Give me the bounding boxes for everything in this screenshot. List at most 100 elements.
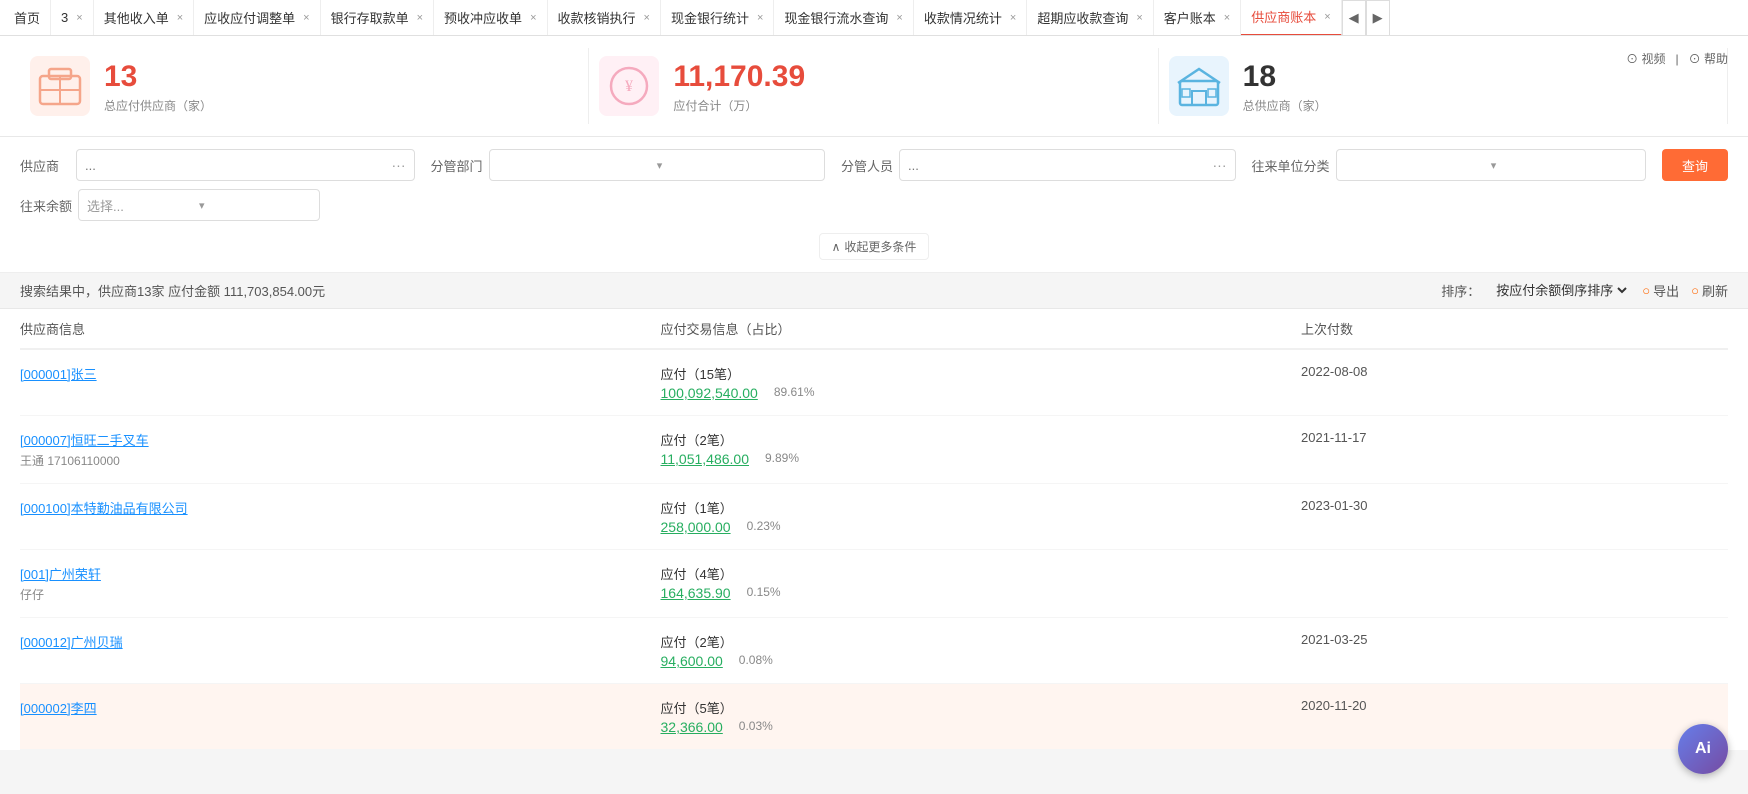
tx-amount-1[interactable]: 100,092,540.00 xyxy=(661,385,758,401)
close-receipt-verify-icon[interactable]: × xyxy=(644,12,650,24)
card3-number: 18 xyxy=(1243,59,1327,95)
supplier-sub-4: 仔仔 xyxy=(20,586,661,603)
nav-arrow-right[interactable]: ▶ xyxy=(1366,0,1390,36)
supplier-info-3: [000100]本特勤油品有限公司 xyxy=(20,498,661,517)
tx-row-1: 100,092,540.00 89.61% xyxy=(661,383,1302,401)
nav-tab-receipt-verify[interactable]: 收款核销执行 × xyxy=(548,0,661,36)
table-row: [001]广州荣轩 仔仔 应付（4笔） 164,635.90 0.15% xyxy=(20,550,1728,618)
table-row: [000012]广州贝瑞 应付（2笔） 94,600.00 0.08% 2021… xyxy=(20,618,1728,684)
nav-tab-home-label: 首页 xyxy=(14,8,40,27)
close-bank-deposit-icon[interactable]: × xyxy=(417,12,423,24)
supplier-input[interactable] xyxy=(77,158,384,173)
amount-icon: ¥ xyxy=(599,56,659,116)
close-overdue-ar-icon[interactable]: × xyxy=(1136,12,1142,24)
supplier-info-1: [000001]张三 xyxy=(20,364,661,383)
close-cash-bank-query-icon[interactable]: × xyxy=(896,12,902,24)
nav-tab-receipt-stat-label: 收款情况统计 xyxy=(924,8,1002,27)
supplier-link-2[interactable]: [000007]恒旺二手叉车 xyxy=(20,430,661,449)
close-ar-ap-icon[interactable]: × xyxy=(303,12,309,24)
supplier-info-5: [000012]广州贝瑞 xyxy=(20,632,661,651)
close-customer-ledger-icon[interactable]: × xyxy=(1224,12,1230,24)
dept-dropdown-icon: ▾ xyxy=(657,159,816,172)
close-cash-bank-stat-icon[interactable]: × xyxy=(757,12,763,24)
tx-row-3: 258,000.00 0.23% xyxy=(661,517,1302,535)
dept-select[interactable]: ▾ xyxy=(489,149,825,181)
nav-tab-bank-deposit[interactable]: 银行存取款单 × xyxy=(321,0,434,36)
person-input-wrapper: ··· xyxy=(899,149,1235,181)
category-select[interactable]: ▾ xyxy=(1336,149,1646,181)
card2-label: 应付合计（万） xyxy=(673,97,805,114)
tx-amount-4[interactable]: 164,635.90 xyxy=(661,585,731,601)
nav-tab-receipt-verify-label: 收款核销执行 xyxy=(558,8,636,27)
help-link[interactable]: ⊙ 帮助 xyxy=(1689,50,1728,67)
nav-tab-cash-bank-query[interactable]: 现金银行流水查询 × xyxy=(774,0,913,36)
transaction-info-2: 应付（2笔） 11,051,486.00 9.89% xyxy=(661,430,1302,467)
table-container: 供应商信息 应付交易信息（占比） 上次付数 [000001]张三 应付（15笔）… xyxy=(0,309,1748,750)
card1-info: 13 总应付供应商（家） xyxy=(104,59,212,114)
nav-tab-receipt-stat[interactable]: 收款情况统计 × xyxy=(914,0,1027,36)
nav-tab-other-income[interactable]: 其他收入单 × xyxy=(94,0,194,36)
tx-label-5: 应付（2笔） xyxy=(661,632,1302,651)
summary-bar: 13 总应付供应商（家） ¥ 11,170.39 应付合计（万） xyxy=(0,36,1748,137)
sort-select[interactable]: 按应付余额倒序排序 按应付余额升序排序 按供应商名称排序 xyxy=(1492,282,1630,299)
dept-filter-label: 分管部门 xyxy=(431,156,483,175)
category-filter-label: 往来单位分类 xyxy=(1252,156,1330,175)
link-divider: | xyxy=(1676,52,1679,66)
nav-tab-customer-ledger[interactable]: 客户账本 × xyxy=(1154,0,1241,36)
tx-amount-3[interactable]: 258,000.00 xyxy=(661,519,731,535)
person-filter: 分管人员 ··· xyxy=(841,149,1236,181)
tx-amount-2[interactable]: 11,051,486.00 xyxy=(661,451,750,467)
tx-amount-5[interactable]: 94,600.00 xyxy=(661,653,723,669)
filter-row-1: 供应商 ··· 分管部门 ▾ 分管人员 ··· 往来单位分类 ▾ xyxy=(20,149,1728,181)
supplier-info-2: [000007]恒旺二手叉车 王通 17106110000 xyxy=(20,430,661,469)
table-row: [000001]张三 应付（15笔） 100,092,540.00 89.61%… xyxy=(20,350,1728,416)
nav-tab-ar-ap-adjust[interactable]: 应收应付调整单 × xyxy=(194,0,320,36)
close-tab-3-icon[interactable]: × xyxy=(76,12,82,24)
close-receipt-stat-icon[interactable]: × xyxy=(1010,12,1016,24)
supplier-input-wrapper: ··· xyxy=(76,149,415,181)
tx-percent-3: 0.23% xyxy=(747,519,781,533)
tx-label-2: 应付（2笔） xyxy=(661,430,1302,449)
person-filter-label: 分管人员 xyxy=(841,156,893,175)
tx-percent-2: 9.89% xyxy=(765,451,799,465)
supplier-dots-icon[interactable]: ··· xyxy=(384,157,414,173)
refresh-label: 刷新 xyxy=(1702,281,1728,300)
results-summary-text: 搜索结果中，供应商13家 应付金额 111,703,854.00元 xyxy=(20,281,325,300)
person-input[interactable] xyxy=(900,158,1204,173)
ai-badge[interactable]: Ai xyxy=(1678,724,1728,774)
nav-tab-supplier-ledger[interactable]: 供应商账本 × xyxy=(1241,0,1341,36)
supplier-link-3[interactable]: [000100]本特勤油品有限公司 xyxy=(20,498,661,517)
nav-arrow-left[interactable]: ◀ xyxy=(1342,0,1366,36)
close-other-income-icon[interactable]: × xyxy=(177,12,183,24)
person-dots-icon[interactable]: ··· xyxy=(1205,157,1235,173)
nav-tab-overdue-ar[interactable]: 超期应收款查询 × xyxy=(1027,0,1153,36)
tx-percent-1: 89.61% xyxy=(774,385,815,399)
nav-tab-prepay-ar[interactable]: 预收冲应收单 × xyxy=(434,0,547,36)
supplier-link-5[interactable]: [000012]广州贝瑞 xyxy=(20,632,661,651)
category-dropdown-icon: ▾ xyxy=(1491,159,1637,172)
video-link[interactable]: ⊙ 视频 xyxy=(1626,50,1665,67)
balance-select[interactable]: 选择... ▾ xyxy=(78,189,320,221)
supplier-link-1[interactable]: [000001]张三 xyxy=(20,364,661,383)
results-bar: 搜索结果中，供应商13家 应付金额 111,703,854.00元 排序： 按应… xyxy=(0,273,1748,309)
close-supplier-ledger-icon[interactable]: × xyxy=(1324,11,1330,23)
export-label: 导出 xyxy=(1653,281,1679,300)
nav-tab-3[interactable]: 3 × xyxy=(51,0,94,36)
export-button[interactable]: ○ 导出 xyxy=(1642,281,1679,300)
tx-row-2: 11,051,486.00 9.89% xyxy=(661,449,1302,467)
last-pay-date-3: 2023-01-30 xyxy=(1301,498,1368,513)
supplier-link-4[interactable]: [001]广州荣轩 xyxy=(20,564,661,583)
nav-tab-overdue-ar-label: 超期应收款查询 xyxy=(1037,8,1128,27)
nav-tab-cash-bank-stat[interactable]: 现金银行统计 × xyxy=(661,0,774,36)
refresh-button[interactable]: ○ 刷新 xyxy=(1691,281,1728,300)
tx-amount-6[interactable]: 32,366.00 xyxy=(661,719,723,735)
nav-tab-home[interactable]: 首页 xyxy=(4,0,51,36)
collapse-button[interactable]: ∧ 收起更多条件 xyxy=(819,233,930,260)
search-button[interactable]: 查询 xyxy=(1662,149,1728,181)
store-icon xyxy=(1169,56,1229,116)
svg-text:¥: ¥ xyxy=(625,78,633,95)
supplier-link-6[interactable]: [000002]李四 xyxy=(20,698,661,717)
close-prepay-ar-icon[interactable]: × xyxy=(530,12,536,24)
category-filter: 往来单位分类 ▾ xyxy=(1252,149,1647,181)
last-pay-date-5: 2021-03-25 xyxy=(1301,632,1368,647)
